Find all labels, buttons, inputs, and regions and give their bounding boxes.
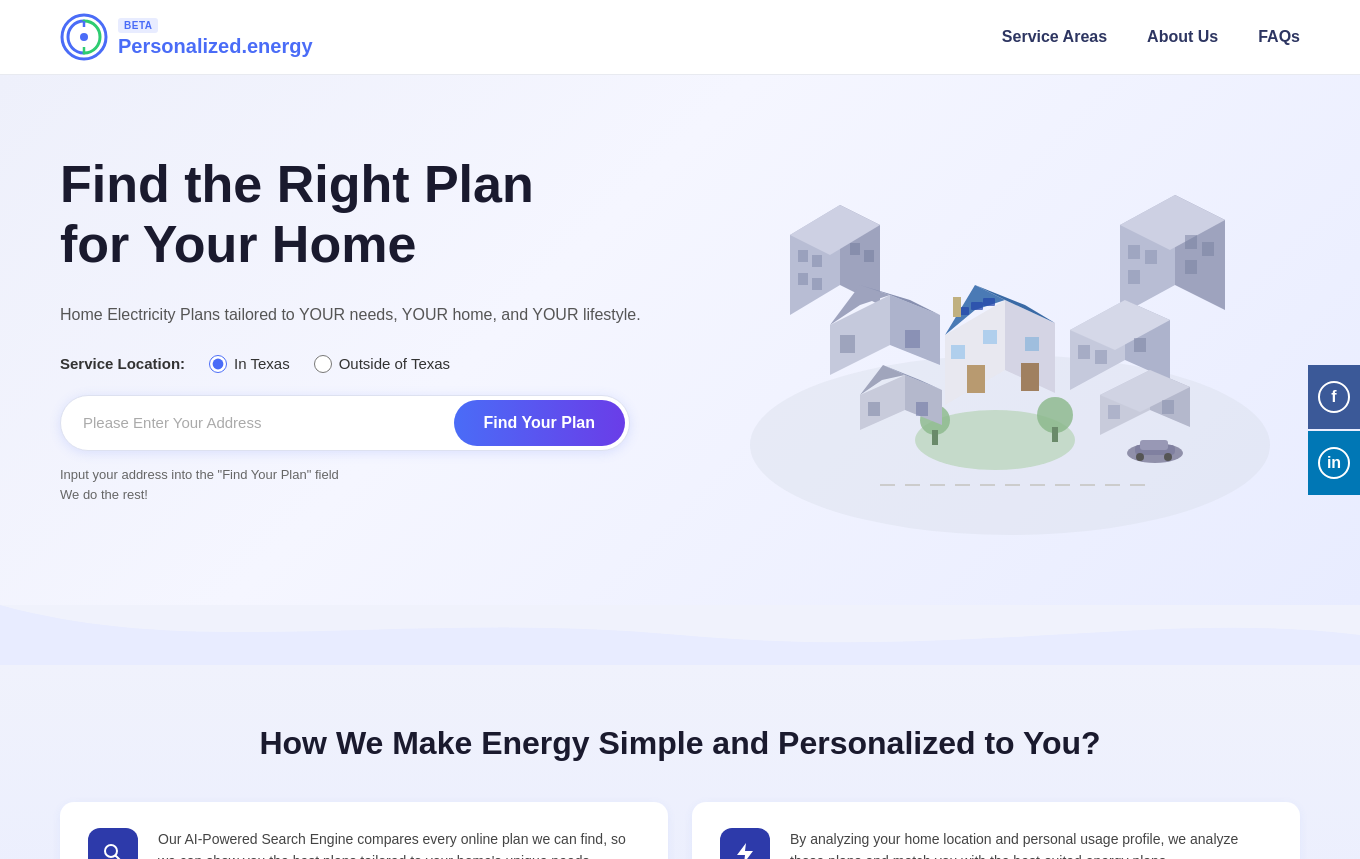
card-icon-search [88,828,138,859]
card-analyze: By analyzing your home location and pers… [692,802,1300,859]
hero-title: Find the Right Plan for Your Home [60,155,641,275]
card-ai-search: Our AI-Powered Search Engine compares ev… [60,802,668,859]
svg-rect-11 [812,278,822,290]
hero-subtitle: Home Electricity Plans tailored to YOUR … [60,303,641,327]
linkedin-social[interactable]: in [1308,431,1360,495]
logo-icon [60,13,108,61]
svg-point-68 [1164,453,1172,461]
nav-service-areas[interactable]: Service Areas [1002,28,1107,46]
radio-in-texas[interactable]: In Texas [209,355,290,373]
svg-marker-72 [737,843,753,859]
svg-rect-41 [983,330,997,344]
how-section: How We Make Energy Simple and Personaliz… [0,665,1360,859]
find-plan-button[interactable]: Find Your Plan [454,400,625,446]
svg-rect-9 [812,255,822,267]
svg-rect-31 [932,430,938,445]
linkedin-icon: in [1318,447,1350,479]
wave-divider [0,605,1360,665]
svg-rect-51 [1095,350,1107,364]
svg-rect-20 [1202,242,1214,256]
hint-text: Input your address into the "Find Your P… [60,465,641,507]
svg-rect-12 [850,243,860,255]
svg-point-1 [80,33,88,41]
svg-rect-38 [967,365,985,393]
card-icon-lightning [720,828,770,859]
svg-rect-58 [916,402,928,416]
radio-outside-texas[interactable]: Outside of Texas [314,355,450,373]
svg-point-67 [1136,453,1144,461]
svg-rect-21 [1128,270,1140,284]
svg-rect-52 [1134,338,1146,352]
svg-rect-42 [1025,337,1039,351]
card-ai-text: Our AI-Powered Search Engine compares ev… [158,828,640,859]
svg-rect-44 [971,302,983,310]
svg-rect-18 [1145,250,1157,264]
main-nav: Service Areas About Us FAQs [1002,28,1300,46]
radio-outside-texas-input[interactable] [314,355,332,373]
hero-illustration [720,115,1300,555]
svg-rect-13 [864,250,874,262]
facebook-social[interactable]: f [1308,365,1360,429]
facebook-icon: f [1318,381,1350,413]
svg-rect-8 [798,250,808,262]
svg-rect-19 [1185,235,1197,249]
cards-grid: Our AI-Powered Search Engine compares ev… [60,802,1300,859]
svg-rect-62 [1108,405,1120,419]
card-analyze-text: By analyzing your home location and pers… [790,828,1272,859]
svg-rect-17 [1128,245,1140,259]
hero-content: Find the Right Plan for Your Home Home E… [60,135,641,506]
svg-rect-57 [868,402,880,416]
search-bar: Find Your Plan [60,395,630,451]
radio-in-texas-input[interactable] [209,355,227,373]
svg-rect-27 [840,335,855,353]
logo-brand: Personalized.energy [118,35,313,57]
svg-rect-46 [953,297,961,317]
hero-section: Find the Right Plan for Your Home Home E… [0,75,1360,605]
svg-line-71 [116,856,122,860]
city-svg [730,115,1290,555]
radio-outside-texas-label: Outside of Texas [339,355,450,372]
logo[interactable]: BETA Personalized.energy [60,13,313,61]
svg-rect-66 [1140,440,1168,450]
svg-rect-10 [798,273,808,285]
social-sidebar: f in [1308,365,1360,495]
svg-rect-28 [905,330,920,348]
radio-in-texas-label: In Texas [234,355,290,372]
svg-rect-45 [983,298,995,306]
svg-rect-39 [1021,363,1039,391]
lightning-icon [733,841,757,859]
svg-rect-22 [1185,260,1197,274]
beta-badge: BETA [118,18,158,33]
svg-rect-33 [1052,427,1058,442]
search-icon [101,841,125,859]
nav-faqs[interactable]: FAQs [1258,28,1300,46]
svg-rect-40 [951,345,965,359]
service-location-label: Service Location: [60,355,185,372]
svg-rect-50 [1078,345,1090,359]
nav-about-us[interactable]: About Us [1147,28,1218,46]
header: BETA Personalized.energy Service Areas A… [0,0,1360,75]
svg-rect-63 [1162,400,1174,414]
how-section-title: How We Make Energy Simple and Personaliz… [60,725,1300,762]
svg-marker-23 [830,295,890,375]
service-location: Service Location: In Texas Outside of Te… [60,355,641,373]
logo-text: BETA Personalized.energy [118,18,313,57]
address-input[interactable] [61,396,450,450]
